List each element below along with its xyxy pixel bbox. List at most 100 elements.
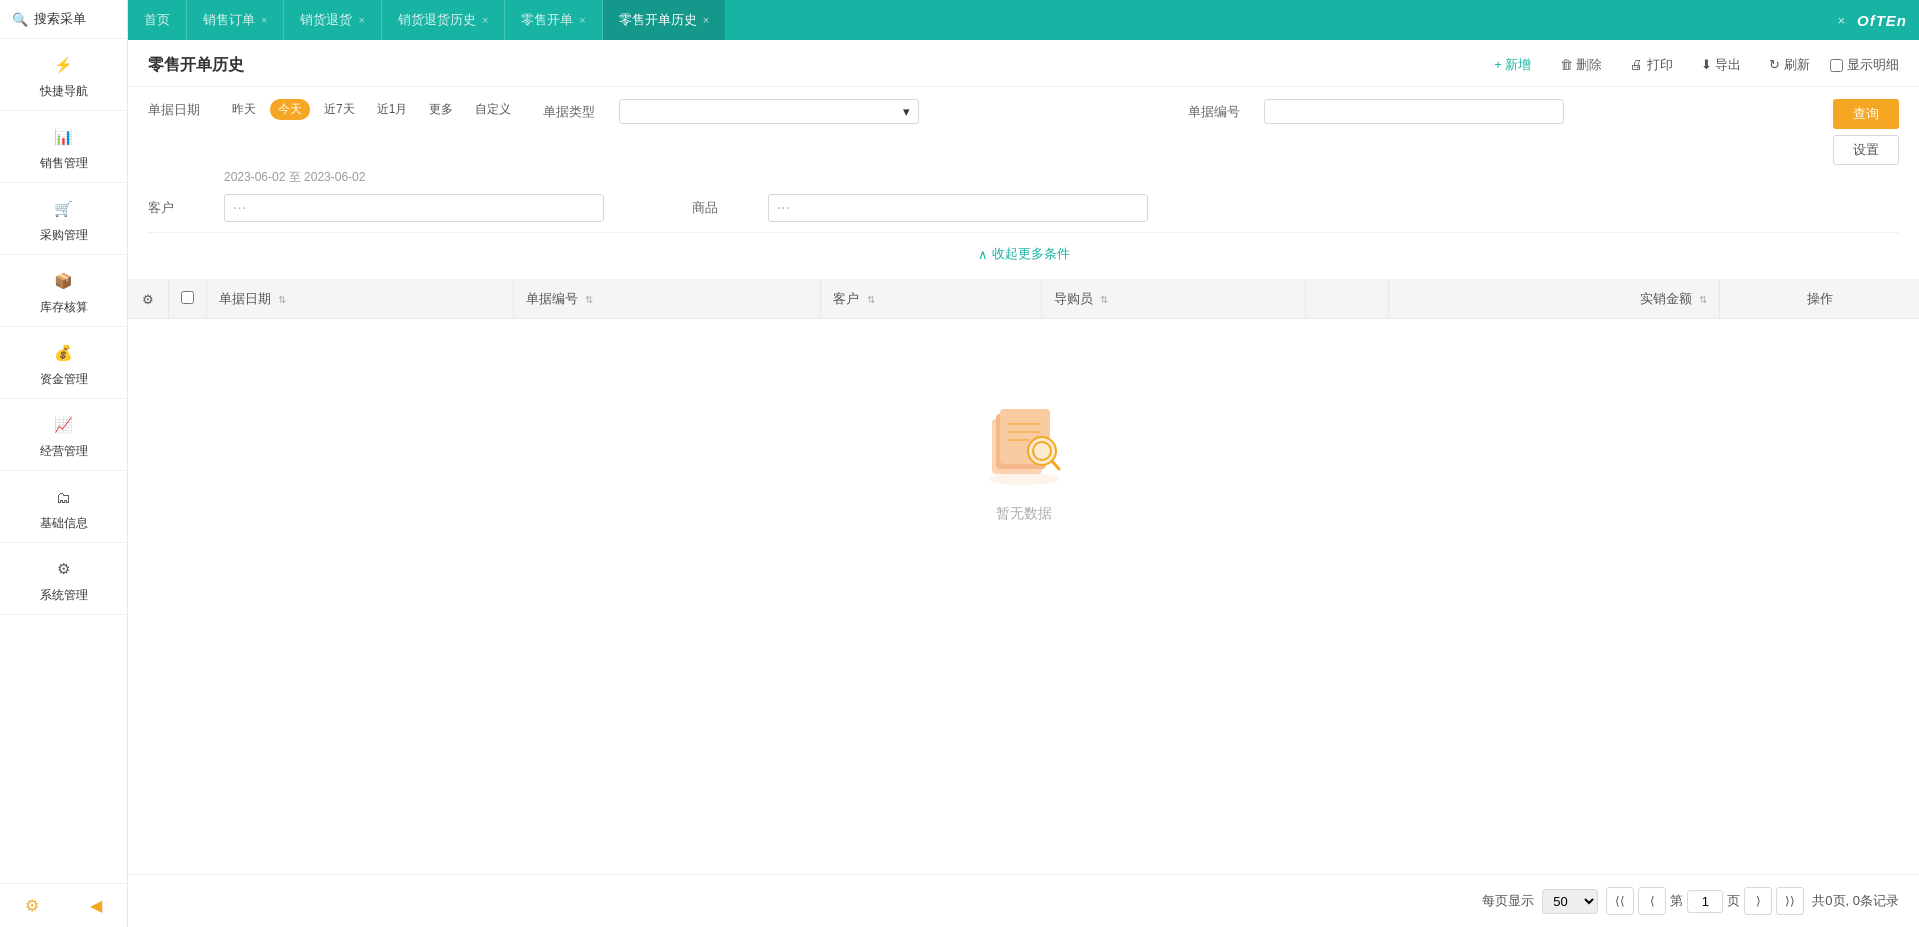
tab-home-label: 首页 bbox=[144, 11, 170, 29]
show-detail-label: 显示明细 bbox=[1847, 56, 1899, 74]
bill-type-label: 单据类型 bbox=[543, 103, 603, 121]
tab-sales-return-label: 销货退货 bbox=[300, 11, 352, 29]
date-opt-7days[interactable]: 近7天 bbox=[316, 99, 363, 120]
th-settings[interactable]: ⚙ bbox=[128, 280, 168, 319]
tab-retail-open[interactable]: 零售开单 × bbox=[505, 0, 602, 40]
search-icon: 🔍 bbox=[12, 12, 28, 27]
page-prev-btn[interactable]: ⟨ bbox=[1638, 887, 1666, 915]
customer-dots: ··· bbox=[233, 199, 246, 217]
collapse-up-icon: ∧ bbox=[978, 247, 988, 262]
th-action-label: 操作 bbox=[1807, 291, 1833, 306]
th-date-sort-icon[interactable]: ⇅ bbox=[278, 294, 286, 305]
add-button[interactable]: + 新增 bbox=[1486, 52, 1539, 78]
page-input[interactable] bbox=[1687, 890, 1723, 913]
tab-retail-open-history-close[interactable]: × bbox=[703, 14, 709, 26]
empty-icon bbox=[974, 399, 1074, 489]
th-bill-no: 单据编号 ⇅ bbox=[513, 280, 820, 319]
collapse-more-btn[interactable]: ∧ 收起更多条件 bbox=[978, 241, 1070, 267]
show-detail-checkbox[interactable]: 显示明细 bbox=[1830, 56, 1899, 74]
main-table: ⚙ 单据日期 ⇅ 单据编号 ⇅ bbox=[128, 280, 1919, 563]
th-amount-label: 实销金额 bbox=[1640, 291, 1692, 306]
empty-text: 暂无数据 bbox=[996, 505, 1052, 523]
customer-label: 客户 bbox=[148, 199, 208, 217]
page-first-btn[interactable]: ⟨⟨ bbox=[1606, 887, 1634, 915]
customer-select[interactable]: ··· bbox=[224, 194, 604, 222]
tab-sales-order[interactable]: 销售订单 × bbox=[187, 0, 284, 40]
tab-sales-return[interactable]: 销货退货 × bbox=[284, 0, 381, 40]
tab-bar-right: × OfTEn bbox=[1837, 12, 1919, 29]
query-button[interactable]: 查询 bbox=[1833, 99, 1899, 129]
print-button[interactable]: 🖨 打印 bbox=[1622, 52, 1681, 78]
page-last-btn[interactable]: ⟩⟩ bbox=[1776, 887, 1804, 915]
select-all-checkbox[interactable] bbox=[181, 291, 194, 304]
th-date: 单据日期 ⇅ bbox=[206, 280, 513, 319]
tab-retail-open-history-label: 零售开单历史 bbox=[619, 11, 697, 29]
page-next-btn[interactable]: ⟩ bbox=[1744, 887, 1772, 915]
export-button[interactable]: ⬇ 导出 bbox=[1693, 52, 1750, 78]
sidebar-search-label: 搜索采单 bbox=[34, 10, 86, 28]
th-bill-no-label: 单据编号 bbox=[526, 291, 578, 306]
th-date-label: 单据日期 bbox=[219, 291, 271, 306]
date-opt-more[interactable]: 更多 bbox=[421, 99, 461, 120]
sidebar-collapse-icon[interactable]: ◀ bbox=[90, 896, 102, 915]
sidebar-item-sys-mgmt[interactable]: ⚙ 系统管理 bbox=[0, 543, 127, 615]
th-guide-label: 导购员 bbox=[1054, 291, 1093, 306]
tab-sales-return-history-label: 销货退货历史 bbox=[398, 11, 476, 29]
sidebar-item-inventory[interactable]: 📦 库存核算 bbox=[0, 255, 127, 327]
svg-point-0 bbox=[989, 473, 1059, 485]
date-opt-1month[interactable]: 近1月 bbox=[369, 99, 416, 120]
sidebar-item-label-purchase-mgmt: 采购管理 bbox=[40, 227, 88, 244]
tab-sales-order-close[interactable]: × bbox=[261, 14, 267, 26]
date-opt-today[interactable]: 今天 bbox=[270, 99, 310, 120]
empty-state: 暂无数据 bbox=[128, 319, 1919, 563]
th-bill-no-sort-icon[interactable]: ⇅ bbox=[585, 294, 593, 305]
bill-type-select[interactable]: ▾ bbox=[619, 99, 919, 124]
refresh-button[interactable]: ↻ 刷新 bbox=[1761, 52, 1818, 78]
th-amount: 实销金额 ⇅ bbox=[1388, 280, 1720, 319]
page-label: 第 bbox=[1670, 892, 1683, 910]
collapse-more-label: 收起更多条件 bbox=[992, 245, 1070, 263]
date-opt-yesterday[interactable]: 昨天 bbox=[224, 99, 264, 120]
th-spacer bbox=[1305, 280, 1388, 319]
sidebar-item-operations[interactable]: 📈 经营管理 bbox=[0, 399, 127, 471]
toolbar: + 新增 🗑 删除 🖨 打印 ⬇ 导出 ↻ 刷新 显示明细 bbox=[1486, 52, 1899, 78]
sidebar-item-purchase-mgmt[interactable]: 🛒 采购管理 bbox=[0, 183, 127, 255]
th-amount-sort-icon[interactable]: ⇅ bbox=[1699, 294, 1707, 305]
th-customer-sort-icon[interactable]: ⇅ bbox=[867, 294, 875, 305]
sales-mgmt-icon: 📊 bbox=[50, 123, 78, 151]
purchase-mgmt-icon: 🛒 bbox=[50, 195, 78, 223]
goods-select[interactable]: ··· bbox=[768, 194, 1148, 222]
show-detail-input[interactable] bbox=[1830, 59, 1843, 72]
tab-sales-return-history-close[interactable]: × bbox=[482, 14, 488, 26]
sidebar-item-finance[interactable]: 💰 资金管理 bbox=[0, 327, 127, 399]
tab-sales-return-close[interactable]: × bbox=[358, 14, 364, 26]
inventory-icon: 📦 bbox=[50, 267, 78, 295]
tab-retail-open-label: 零售开单 bbox=[521, 11, 573, 29]
brand-logo: OfTEn bbox=[1857, 12, 1907, 29]
per-page-select[interactable]: 50 10 20 100 bbox=[1542, 889, 1598, 914]
sidebar-settings-icon[interactable]: ⚙ bbox=[25, 896, 39, 915]
delete-button[interactable]: 🗑 删除 bbox=[1552, 52, 1611, 78]
bill-no-input[interactable] bbox=[1264, 99, 1564, 124]
tab-home[interactable]: 首页 bbox=[128, 0, 187, 40]
tab-retail-open-close[interactable]: × bbox=[579, 14, 585, 26]
sidebar-search[interactable]: 🔍 搜索采单 bbox=[0, 0, 127, 39]
sidebar-item-label-inventory: 库存核算 bbox=[40, 299, 88, 316]
sidebar-item-sales-mgmt[interactable]: 📊 销售管理 bbox=[0, 111, 127, 183]
operations-icon: 📈 bbox=[50, 411, 78, 439]
settings-button[interactable]: 设置 bbox=[1833, 135, 1899, 165]
column-settings-icon[interactable]: ⚙ bbox=[142, 292, 154, 307]
sidebar-item-quick-nav[interactable]: ⚡ 快捷导航 bbox=[0, 39, 127, 111]
date-opt-custom[interactable]: 自定义 bbox=[467, 99, 519, 120]
tab-sales-return-history[interactable]: 销货退货历史 × bbox=[382, 0, 505, 40]
window-close-btn[interactable]: × bbox=[1837, 13, 1845, 28]
th-guide-sort-icon[interactable]: ⇅ bbox=[1100, 294, 1108, 305]
bill-type-dropdown-icon: ▾ bbox=[903, 104, 910, 119]
tab-retail-open-history[interactable]: 零售开单历史 × bbox=[603, 0, 726, 40]
base-info-icon: 🗂 bbox=[50, 483, 78, 511]
th-checkbox[interactable] bbox=[168, 280, 206, 319]
page-total: 共0页, 0条记录 bbox=[1812, 892, 1899, 910]
filter-area: 单据日期 昨天 今天 近7天 近1月 更多 自定义 单据类型 ▾ bbox=[128, 87, 1919, 280]
sidebar-item-base-info[interactable]: 🗂 基础信息 bbox=[0, 471, 127, 543]
table-wrapper: ⚙ 单据日期 ⇅ 单据编号 ⇅ bbox=[128, 280, 1919, 874]
